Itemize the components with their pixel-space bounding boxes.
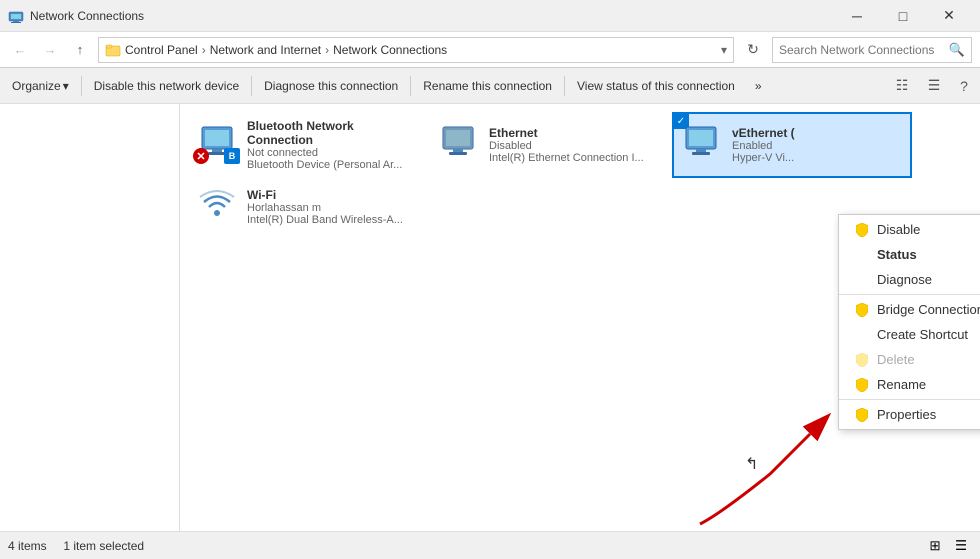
items-count: 4 items bbox=[8, 539, 47, 553]
title-bar-controls: ─ □ ✕ bbox=[834, 0, 972, 32]
shield-icon bbox=[855, 223, 869, 237]
connection-info: Ethernet Disabled Intel(R) Ethernet Conn… bbox=[489, 126, 661, 164]
ctx-bridge[interactable]: Bridge Connections bbox=[839, 297, 980, 322]
ctx-delete[interactable]: Delete bbox=[839, 347, 980, 372]
selected-count: 1 item selected bbox=[63, 539, 144, 553]
ctx-rename[interactable]: Rename bbox=[839, 372, 980, 397]
help-button[interactable]: ? bbox=[952, 74, 976, 98]
ctx-shortcut-label: Create Shortcut bbox=[877, 327, 968, 342]
list-item[interactable]: ✓ vEthernet ( Enabled Hyper-V Vi... bbox=[672, 112, 912, 178]
window-title: Network Connections bbox=[30, 9, 144, 23]
title-bar-left: Network Connections bbox=[8, 8, 144, 24]
ctx-properties[interactable]: Properties bbox=[839, 402, 980, 427]
connection-icon bbox=[682, 125, 722, 165]
address-path[interactable]: Control Panel › Network and Internet › N… bbox=[98, 37, 734, 63]
content-area: B ✕ Bluetooth Network Connection Not con… bbox=[180, 104, 980, 531]
breadcrumb-networkinternet[interactable]: Network and Internet bbox=[210, 43, 321, 57]
ctx-separator-2 bbox=[839, 399, 980, 400]
ctx-rename-label: Rename bbox=[877, 377, 926, 392]
breadcrumb-networkconnections[interactable]: Network Connections bbox=[333, 43, 447, 57]
connection-name: vEthernet ( bbox=[732, 126, 902, 140]
refresh-button[interactable]: ↻ bbox=[740, 37, 766, 63]
status-items: 4 items 1 item selected bbox=[8, 539, 144, 553]
list-item[interactable]: Wi-Fi Horlahassan m Intel(R) Dual Band W… bbox=[188, 180, 428, 234]
connection-detail: Intel(R) Dual Band Wireless-A... bbox=[247, 214, 407, 226]
cursor-indicator: ↰ bbox=[745, 454, 758, 474]
title-bar: Network Connections ─ □ ✕ bbox=[0, 0, 980, 32]
main-area: B ✕ Bluetooth Network Connection Not con… bbox=[0, 104, 980, 531]
ctx-status[interactable]: Status bbox=[839, 242, 980, 267]
close-button[interactable]: ✕ bbox=[926, 0, 972, 32]
toolbar-separator-1 bbox=[81, 76, 82, 96]
details-pane-button[interactable]: ☰ bbox=[920, 72, 948, 100]
status-bar: 4 items 1 item selected ⊞ ☰ bbox=[0, 531, 980, 559]
forward-button[interactable]: → bbox=[38, 38, 62, 62]
toolbar-separator-3 bbox=[410, 76, 411, 96]
connection-status: Disabled bbox=[489, 140, 661, 152]
details-view-button[interactable]: ☰ bbox=[950, 535, 972, 557]
toolbar-separator-2 bbox=[251, 76, 252, 96]
shield-icon-delete bbox=[855, 353, 869, 367]
connection-info: Wi-Fi Horlahassan m Intel(R) Dual Band W… bbox=[247, 188, 419, 226]
shield-icon-rename bbox=[855, 378, 869, 392]
search-input[interactable] bbox=[779, 43, 945, 57]
connection-icon bbox=[197, 187, 237, 227]
connection-detail: Intel(R) Ethernet Connection I... bbox=[489, 152, 649, 164]
nav-pane bbox=[0, 104, 180, 531]
connection-status: Horlahassan m bbox=[247, 202, 419, 214]
search-box[interactable]: 🔍 bbox=[772, 37, 972, 63]
connection-info: Bluetooth Network Connection Not connect… bbox=[247, 119, 419, 171]
toolbar: Organize ▾ Disable this network device D… bbox=[0, 68, 980, 104]
connection-status: Not connected bbox=[247, 147, 419, 159]
folder-icon bbox=[105, 42, 121, 58]
ctx-separator-1 bbox=[839, 294, 980, 295]
connection-info: vEthernet ( Enabled Hyper-V Vi... bbox=[732, 126, 902, 164]
list-item[interactable]: B ✕ Bluetooth Network Connection Not con… bbox=[188, 112, 428, 178]
connection-name: Ethernet bbox=[489, 126, 661, 140]
up-button[interactable]: ↑ bbox=[68, 38, 92, 62]
connection-name: Wi-Fi bbox=[247, 188, 419, 202]
ctx-delete-label: Delete bbox=[877, 352, 915, 367]
diagnose-button[interactable]: Diagnose this connection bbox=[256, 72, 406, 100]
change-view-button[interactable]: ☷ bbox=[888, 72, 916, 100]
maximize-button[interactable]: □ bbox=[880, 0, 926, 32]
connection-status: Enabled bbox=[732, 140, 902, 152]
vethernet-icon bbox=[682, 125, 720, 157]
shield-icon-bridge bbox=[855, 303, 869, 317]
toolbar-right: ☷ ☰ ? bbox=[888, 72, 976, 100]
view-status-button[interactable]: View status of this connection bbox=[569, 72, 743, 100]
connection-icon: B ✕ bbox=[197, 125, 237, 165]
ctx-properties-label: Properties bbox=[877, 407, 936, 422]
ctx-bridge-label: Bridge Connections bbox=[877, 302, 980, 317]
disabled-icon: ✕ bbox=[193, 148, 209, 164]
connection-name: Bluetooth Network Connection bbox=[247, 119, 419, 147]
toolbar-separator-4 bbox=[564, 76, 565, 96]
wifi-icon-svg bbox=[198, 187, 236, 219]
back-button[interactable]: ← bbox=[8, 38, 32, 62]
list-item[interactable]: Ethernet Disabled Intel(R) Ethernet Conn… bbox=[430, 112, 670, 178]
ctx-diagnose[interactable]: Diagnose bbox=[839, 267, 980, 292]
disable-device-button[interactable]: Disable this network device bbox=[86, 72, 247, 100]
minimize-button[interactable]: ─ bbox=[834, 0, 880, 32]
status-view-controls: ⊞ ☰ bbox=[924, 535, 972, 557]
breadcrumb-controlpanel[interactable]: Control Panel bbox=[125, 43, 198, 57]
connection-detail: Bluetooth Device (Personal Ar... bbox=[247, 159, 407, 171]
ctx-status-label: Status bbox=[877, 247, 917, 262]
ethernet-icon bbox=[439, 125, 477, 157]
ctx-shortcut[interactable]: Create Shortcut bbox=[839, 322, 980, 347]
app-icon bbox=[8, 8, 24, 24]
large-icons-view-button[interactable]: ⊞ bbox=[924, 535, 946, 557]
address-bar: ← → ↑ Control Panel › Network and Intern… bbox=[0, 32, 980, 68]
ctx-disable[interactable]: Disable bbox=[839, 217, 980, 242]
ctx-diagnose-label: Diagnose bbox=[877, 272, 932, 287]
rename-button[interactable]: Rename this connection bbox=[415, 72, 560, 100]
connection-icon bbox=[439, 125, 479, 165]
more-button[interactable]: » bbox=[747, 72, 770, 100]
ctx-disable-label: Disable bbox=[877, 222, 920, 237]
context-menu: Disable Status Diagnose Bridge Connectio… bbox=[838, 214, 980, 430]
organize-button[interactable]: Organize ▾ bbox=[4, 72, 77, 100]
shield-icon-properties bbox=[855, 408, 869, 422]
search-icon: 🔍 bbox=[949, 42, 965, 58]
connection-detail: Hyper-V Vi... bbox=[732, 152, 892, 164]
